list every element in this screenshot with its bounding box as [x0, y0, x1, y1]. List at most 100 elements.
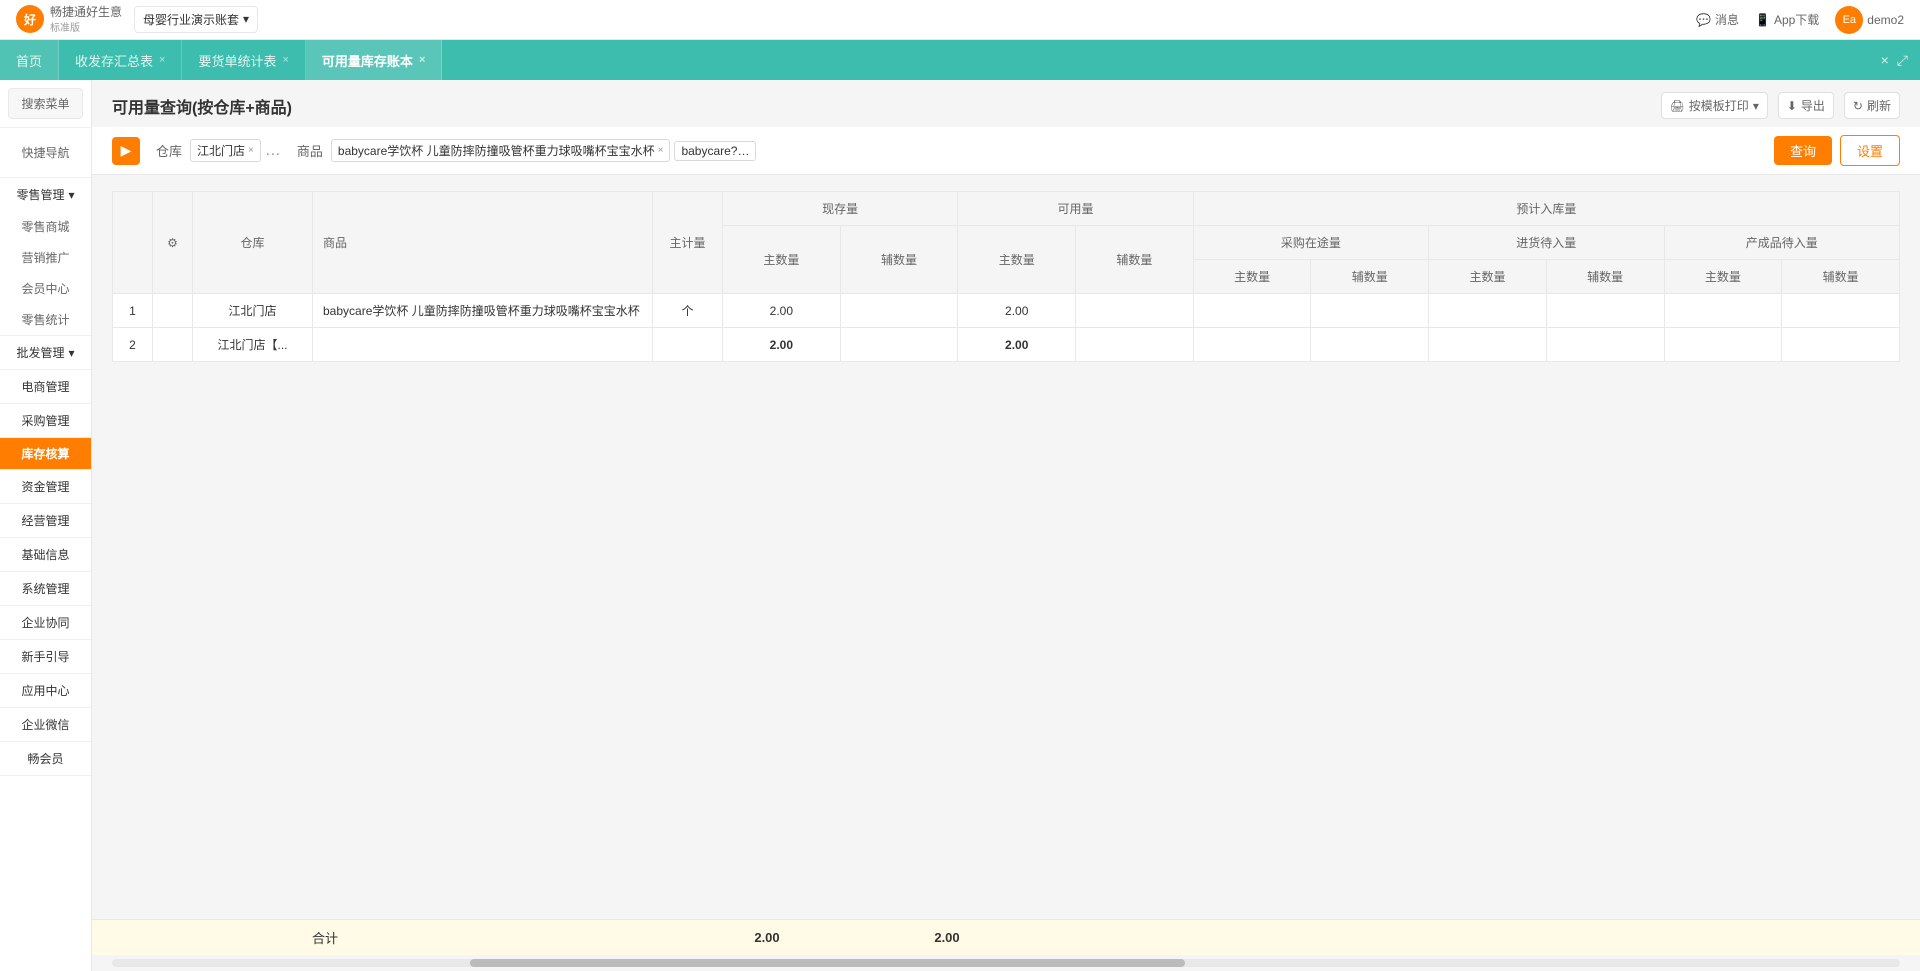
row1-settings [153, 294, 193, 328]
filter-warehouse-more-icon[interactable]: … [265, 142, 281, 160]
sidebar-item-marketing[interactable]: 营销推广 [0, 242, 91, 273]
filter-tag-product1-close-icon[interactable]: × [658, 145, 664, 156]
refresh-label: 刷新 [1867, 97, 1891, 114]
tab-order-label: 要货单统计表 [198, 51, 276, 70]
th-seq [113, 192, 153, 294]
row1-product: babycare学饮杯 儿童防摔防撞吸管杯重力球吸嘴杯宝宝水杯 [313, 294, 653, 328]
print-chevron-icon: ▾ [1753, 99, 1759, 113]
filter-tag-product2[interactable]: babycare?… [674, 141, 756, 161]
sidebar-search-btn[interactable]: 搜索菜单 [8, 88, 83, 119]
sidebar-section-header-enterprise[interactable]: 企业协同 [0, 606, 91, 639]
sidebar-section-enterprise: 企业协同 [0, 606, 91, 640]
sidebar-section-label-enterprise: 企业协同 [21, 614, 69, 631]
sidebar-section-label-purchase: 采购管理 [21, 412, 69, 429]
tab-receive[interactable]: 收发存汇总表 × [59, 40, 182, 80]
settings-btn[interactable]: 设置 [1840, 135, 1900, 166]
sidebar-section-header-purchase[interactable]: 采购管理 [0, 404, 91, 437]
user-profile-btn[interactable]: Ea demo2 [1835, 6, 1904, 34]
refresh-btn[interactable]: ↻ 刷新 [1844, 92, 1900, 119]
sidebar: 搜索菜单 快捷导航 零售管理 ▾ 零售商城 营销推广 会员中心 零售统计 批发管… [0, 80, 92, 971]
th-inbound-group: 进货待入量 [1429, 226, 1664, 260]
sidebar-item-inventory[interactable]: 库存核算 [0, 438, 91, 469]
filter-tag-product2-value: babycare?… [681, 144, 749, 158]
th-stock-main: 主数量 [723, 226, 841, 294]
query-btn[interactable]: 查询 [1774, 136, 1832, 165]
th-warehouse: 仓库 [193, 192, 313, 294]
filter-actions: 查询 设置 [1774, 135, 1900, 166]
tab-order[interactable]: 要货单统计表 × [182, 40, 305, 80]
refresh-icon: ↻ [1853, 99, 1863, 113]
row2-purchase-sub [1311, 328, 1429, 362]
tab-bar-end: × ⤢ [1869, 40, 1920, 80]
sidebar-item-retail-stats[interactable]: 零售统计 [0, 304, 91, 335]
total-bar: 合计 2.00 2.00 [92, 919, 1920, 955]
sidebar-section-label-newbie: 新手引导 [21, 648, 69, 665]
th-available-group: 可用量 [958, 192, 1193, 226]
filter-tag-warehouse-close-icon[interactable]: × [248, 145, 254, 156]
sidebar-section-header-wholesale[interactable]: 批发管理 ▾ [0, 336, 91, 369]
row2-avail-sub [1076, 328, 1194, 362]
main-layout: 搜索菜单 快捷导航 零售管理 ▾ 零售商城 营销推广 会员中心 零售统计 批发管… [0, 80, 1920, 971]
sidebar-section-header-member[interactable]: 畅会员 [0, 742, 91, 775]
org-chevron-icon: ▾ [243, 12, 249, 26]
filter-warehouse-label: 仓库 [156, 141, 182, 160]
th-production-main: 主数量 [1664, 260, 1782, 294]
org-selector[interactable]: 母婴行业演示账套 ▾ [134, 6, 258, 33]
row1-stock-main: 2.00 [723, 294, 841, 328]
sidebar-item-quick-nav[interactable]: 快捷导航 [0, 136, 91, 169]
th-settings[interactable]: ⚙ [153, 192, 193, 294]
th-inbound-sub: 辅数量 [1546, 260, 1664, 294]
tab-receive-close[interactable]: × [159, 54, 165, 66]
tab-bar: 首页 收发存汇总表 × 要货单统计表 × 可用量库存账本 × × ⤢ [0, 40, 1920, 80]
sidebar-section-header-appcenter[interactable]: 应用中心 [0, 674, 91, 707]
tab-home[interactable]: 首页 [0, 40, 59, 80]
row2-inbound-sub [1546, 328, 1664, 362]
sidebar-item-retail-shop[interactable]: 零售商城 [0, 211, 91, 242]
sidebar-section-header-newbie[interactable]: 新手引导 [0, 640, 91, 673]
print-icon: 🖨 [1670, 99, 1685, 113]
scroll-bar-thumb[interactable] [470, 959, 1185, 967]
tab-available[interactable]: 可用量库存账本 × [306, 40, 442, 80]
sidebar-section-header-ecommerce[interactable]: 电商管理 [0, 370, 91, 403]
sidebar-nav: 快捷导航 [0, 128, 91, 178]
scroll-bar-track [112, 959, 1900, 967]
tab-order-close[interactable]: × [282, 54, 288, 66]
sidebar-section-label-system: 系统管理 [21, 580, 69, 597]
print-btn[interactable]: 🖨 按模板打印 ▾ [1661, 92, 1768, 119]
row2-seq: 2 [113, 328, 153, 362]
sidebar-section-basic: 基础信息 [0, 538, 91, 572]
filter-toggle-btn[interactable]: ▶ [112, 137, 140, 165]
tab-close-all-icon[interactable]: × [1881, 52, 1889, 68]
row2-purchase-main [1193, 328, 1311, 362]
sidebar-section-label-ecommerce: 电商管理 [21, 378, 69, 395]
sidebar-section-label-appcenter: 应用中心 [21, 682, 69, 699]
sidebar-section-header-wechat[interactable]: 企业微信 [0, 708, 91, 741]
logo-text: 畅捷通好生意 [50, 5, 122, 19]
sidebar-section-header-business[interactable]: 经营管理 [0, 504, 91, 537]
sidebar-section-header-finance[interactable]: 资金管理 [0, 470, 91, 503]
message-btn[interactable]: 💬 消息 [1696, 11, 1739, 28]
export-btn[interactable]: ⬇ 导出 [1778, 92, 1834, 119]
sidebar-section-header-retail[interactable]: 零售管理 ▾ [0, 178, 91, 211]
row1-avail-sub [1076, 294, 1194, 328]
sidebar-section-ecommerce: 电商管理 [0, 370, 91, 404]
tab-available-label: 可用量库存账本 [322, 51, 413, 70]
sidebar-section-business: 经营管理 [0, 504, 91, 538]
sidebar-item-members[interactable]: 会员中心 [0, 273, 91, 304]
row2-unit [653, 328, 723, 362]
sidebar-section-label-retail: 零售管理 [16, 186, 64, 203]
scroll-bar-container [92, 955, 1920, 971]
row1-avail-main: 2.00 [958, 294, 1076, 328]
sidebar-section-header-system[interactable]: 系统管理 [0, 572, 91, 605]
tab-available-close[interactable]: × [419, 54, 425, 66]
filter-tag-product1[interactable]: babycare学饮杯 儿童防摔防撞吸管杯重力球吸嘴杯宝宝水杯 × [331, 139, 671, 162]
filter-tag-warehouse[interactable]: 江北门店 × [190, 139, 261, 162]
export-label: 导出 [1801, 97, 1825, 114]
th-purchase-group: 采购在途量 [1193, 226, 1428, 260]
sidebar-section-header-basic[interactable]: 基础信息 [0, 538, 91, 571]
app-download-btn[interactable]: 📱 App下载 [1755, 11, 1819, 28]
filter-tag-product1-value: babycare学饮杯 儿童防摔防撞吸管杯重力球吸嘴杯宝宝水杯 [338, 142, 655, 159]
row1-purchase-main [1193, 294, 1311, 328]
tab-expand-icon[interactable]: ⤢ [1897, 52, 1908, 69]
th-production-sub: 辅数量 [1782, 260, 1900, 294]
